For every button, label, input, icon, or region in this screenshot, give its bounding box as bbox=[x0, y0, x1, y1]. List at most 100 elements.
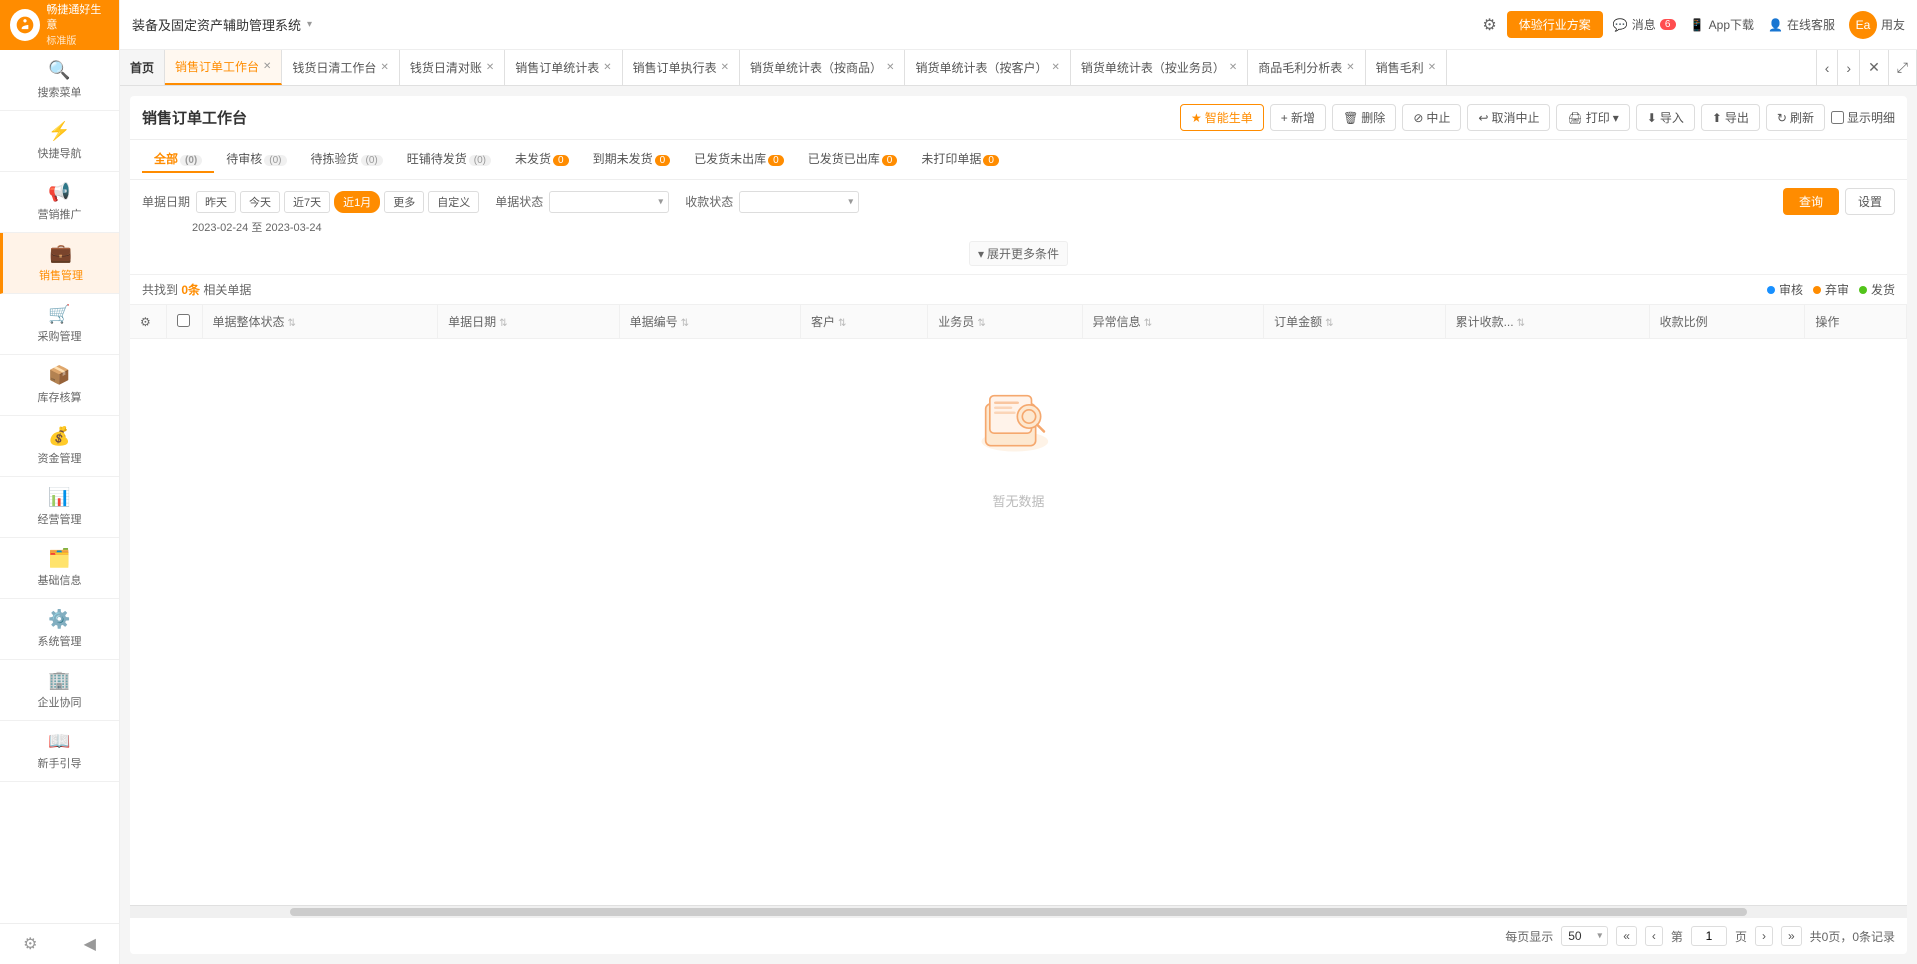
sidebar-item-quicknav[interactable]: ⚡ 快捷导航 bbox=[0, 111, 119, 172]
topbar-settings-icon[interactable]: ⚙ bbox=[1482, 15, 1496, 35]
sort-icon[interactable]: ⇅ bbox=[977, 318, 985, 329]
tab-scroll-right[interactable]: › bbox=[1838, 50, 1860, 85]
tab-fullscreen[interactable]: ⤢ bbox=[1889, 50, 1917, 85]
table-scroll-container[interactable]: ⚙ 单据整体状态⇅ 单据日期⇅ bbox=[130, 305, 1907, 905]
sort-icon[interactable]: ⇅ bbox=[681, 318, 689, 329]
sidebar-collapse-btn[interactable]: ◀ bbox=[84, 934, 96, 954]
sidebar-item-basic[interactable]: 🗂️ 基础信息 bbox=[0, 538, 119, 599]
tab-sales-workbench[interactable]: 销售订单工作台 ✕ bbox=[165, 50, 282, 85]
topbar-message[interactable]: 💬 消息 6 bbox=[1613, 16, 1676, 33]
expand-btn[interactable]: ▾ 展开更多条件 bbox=[969, 241, 1068, 266]
tab-sales-profit[interactable]: 销售毛利 ✕ bbox=[1366, 50, 1447, 85]
sidebar-item-search[interactable]: 🔍 搜索菜单 bbox=[0, 50, 119, 111]
tab-close-icon[interactable]: ✕ bbox=[1051, 62, 1059, 73]
filter-tab-shipped-out[interactable]: 已发货已出库0 bbox=[796, 146, 910, 173]
sidebar-item-sales[interactable]: 💼 销售管理 bbox=[0, 233, 119, 294]
tab-sales-by-staff[interactable]: 销货单统计表（按业务员） ✕ bbox=[1071, 50, 1248, 85]
status-select[interactable] bbox=[549, 191, 669, 213]
filter-tab-wangpu[interactable]: 旺铺待发货(0) bbox=[395, 146, 503, 173]
topbar-online-service[interactable]: 👤 在线客服 bbox=[1768, 16, 1835, 33]
settings-col-icon[interactable]: ⚙ bbox=[140, 315, 151, 329]
tab-cash-reconcile[interactable]: 钱货日清对账 ✕ bbox=[400, 50, 505, 85]
tab-close-icon[interactable]: ✕ bbox=[380, 62, 388, 73]
sidebar-item-operation[interactable]: 📊 经营管理 bbox=[0, 477, 119, 538]
sidebar-item-enterprise[interactable]: 🏢 企业协同 bbox=[0, 660, 119, 721]
sort-icon[interactable]: ⇅ bbox=[288, 318, 296, 329]
tab-close-icon[interactable]: ✕ bbox=[1428, 62, 1436, 73]
stop-btn[interactable]: ⊘ 中止 bbox=[1402, 104, 1461, 131]
refresh-btn[interactable]: ↻ 刷新 bbox=[1766, 104, 1825, 131]
payment-select[interactable] bbox=[739, 191, 859, 213]
sort-icon[interactable]: ⇅ bbox=[1144, 318, 1152, 329]
show-detail-label[interactable]: 显示明细 bbox=[1831, 109, 1895, 126]
sidebar-item-system[interactable]: ⚙️ 系统管理 bbox=[0, 599, 119, 660]
filter-tab-not-printed[interactable]: 未打印单据0 bbox=[909, 146, 1011, 173]
page-first-btn[interactable]: « bbox=[1616, 926, 1637, 946]
filter-tab-pending-inspect[interactable]: 待拣验货(0) bbox=[299, 146, 395, 173]
sort-icon[interactable]: ⇅ bbox=[838, 318, 846, 329]
filter-tab-pending-review[interactable]: 待审核(0) bbox=[214, 146, 298, 173]
date-btn-month[interactable]: 近1月 bbox=[334, 191, 380, 213]
tab-close-icon[interactable]: ✕ bbox=[886, 62, 894, 73]
page-prev-btn[interactable]: ‹ bbox=[1645, 926, 1663, 946]
export-btn[interactable]: ⬆ 导出 bbox=[1701, 104, 1760, 131]
ship-op-btn[interactable]: 发货 bbox=[1859, 281, 1895, 298]
smart-generate-btn[interactable]: ★ 智能生单 bbox=[1180, 104, 1264, 131]
date-btn-more[interactable]: 更多 bbox=[384, 191, 424, 213]
page-number-input[interactable] bbox=[1691, 926, 1727, 946]
tab-sales-stats[interactable]: 销售订单统计表 ✕ bbox=[505, 50, 622, 85]
date-btn-today[interactable]: 今天 bbox=[240, 191, 280, 213]
tab-sales-by-customer[interactable]: 销货单统计表（按客户） ✕ bbox=[905, 50, 1070, 85]
select-all-checkbox[interactable] bbox=[177, 314, 190, 327]
tab-home[interactable]: 首页 bbox=[120, 50, 165, 85]
sort-icon[interactable]: ⇅ bbox=[1517, 318, 1525, 329]
system-title-arrow[interactable]: ▾ bbox=[307, 19, 312, 30]
topbar-app-download[interactable]: 📱 App下载 bbox=[1690, 16, 1754, 33]
sidebar-item-marketing[interactable]: 📢 营销推广 bbox=[0, 172, 119, 233]
delete-btn[interactable]: 🗑 删除 bbox=[1332, 104, 1396, 131]
review-dot bbox=[1767, 286, 1775, 294]
filter-tab-not-shipped[interactable]: 未发货0 bbox=[503, 146, 581, 173]
filter-tab-all[interactable]: 全部(0) bbox=[142, 146, 214, 173]
cancel-stop-btn[interactable]: ↩ 取消中止 bbox=[1467, 104, 1550, 131]
tab-close-icon[interactable]: ✕ bbox=[1346, 62, 1354, 73]
sidebar-item-newbie[interactable]: 📖 新手引导 bbox=[0, 721, 119, 782]
sort-icon[interactable]: ⇅ bbox=[1325, 318, 1333, 329]
import-btn[interactable]: ⬇ 导入 bbox=[1636, 104, 1695, 131]
tab-close-icon[interactable]: ✕ bbox=[263, 61, 271, 72]
new-btn[interactable]: + 新增 bbox=[1270, 104, 1326, 131]
page-next-btn[interactable]: › bbox=[1755, 926, 1773, 946]
sort-icon[interactable]: ⇅ bbox=[499, 318, 507, 329]
tab-sales-by-product[interactable]: 销货单统计表（按商品） ✕ bbox=[740, 50, 905, 85]
date-btn-7days[interactable]: 近7天 bbox=[284, 191, 330, 213]
date-btn-yesterday[interactable]: 昨天 bbox=[196, 191, 236, 213]
tab-close-icon[interactable]: ✕ bbox=[721, 62, 729, 73]
tab-cash-daily[interactable]: 钱货日清工作台 ✕ bbox=[282, 50, 399, 85]
tab-profit-analysis[interactable]: 商品毛利分析表 ✕ bbox=[1248, 50, 1365, 85]
review-op-btn[interactable]: 审核 bbox=[1767, 281, 1803, 298]
print-btn[interactable]: 🖨 打印 ▾ bbox=[1556, 104, 1629, 131]
industry-btn[interactable]: 体验行业方案 bbox=[1507, 11, 1603, 38]
scrollbar-thumb[interactable] bbox=[290, 908, 1747, 916]
sidebar-settings-btn[interactable]: ⚙ bbox=[23, 934, 37, 954]
tab-close-icon[interactable]: ✕ bbox=[603, 62, 611, 73]
page-last-btn[interactable]: » bbox=[1781, 926, 1802, 946]
sidebar-item-inventory[interactable]: 📦 库存核算 bbox=[0, 355, 119, 416]
tab-close-icon[interactable]: ✕ bbox=[486, 62, 494, 73]
topbar-user[interactable]: Ea 用友 bbox=[1849, 11, 1905, 39]
show-detail-checkbox[interactable] bbox=[1831, 111, 1844, 124]
sidebar-item-finance[interactable]: 💰 资金管理 bbox=[0, 416, 119, 477]
tab-close-all[interactable]: ✕ bbox=[1860, 50, 1889, 85]
filter-tab-expired-not-shipped[interactable]: 到期未发货0 bbox=[581, 146, 683, 173]
tab-scroll-left[interactable]: ‹ bbox=[1817, 50, 1839, 85]
horizontal-scrollbar[interactable] bbox=[130, 905, 1907, 917]
filter-settings-btn[interactable]: 设置 bbox=[1845, 188, 1895, 215]
sidebar-item-purchase[interactable]: 🛒 采购管理 bbox=[0, 294, 119, 355]
page-size-select[interactable]: 50 100 200 bbox=[1561, 926, 1608, 946]
query-btn[interactable]: 查询 bbox=[1783, 188, 1839, 215]
filter-tab-shipped-not-out[interactable]: 已发货未出库0 bbox=[682, 146, 796, 173]
unreviewed-op-btn[interactable]: 弃审 bbox=[1813, 281, 1849, 298]
date-btn-custom[interactable]: 自定义 bbox=[428, 191, 479, 213]
tab-sales-exec[interactable]: 销售订单执行表 ✕ bbox=[623, 50, 740, 85]
tab-close-icon[interactable]: ✕ bbox=[1229, 62, 1237, 73]
